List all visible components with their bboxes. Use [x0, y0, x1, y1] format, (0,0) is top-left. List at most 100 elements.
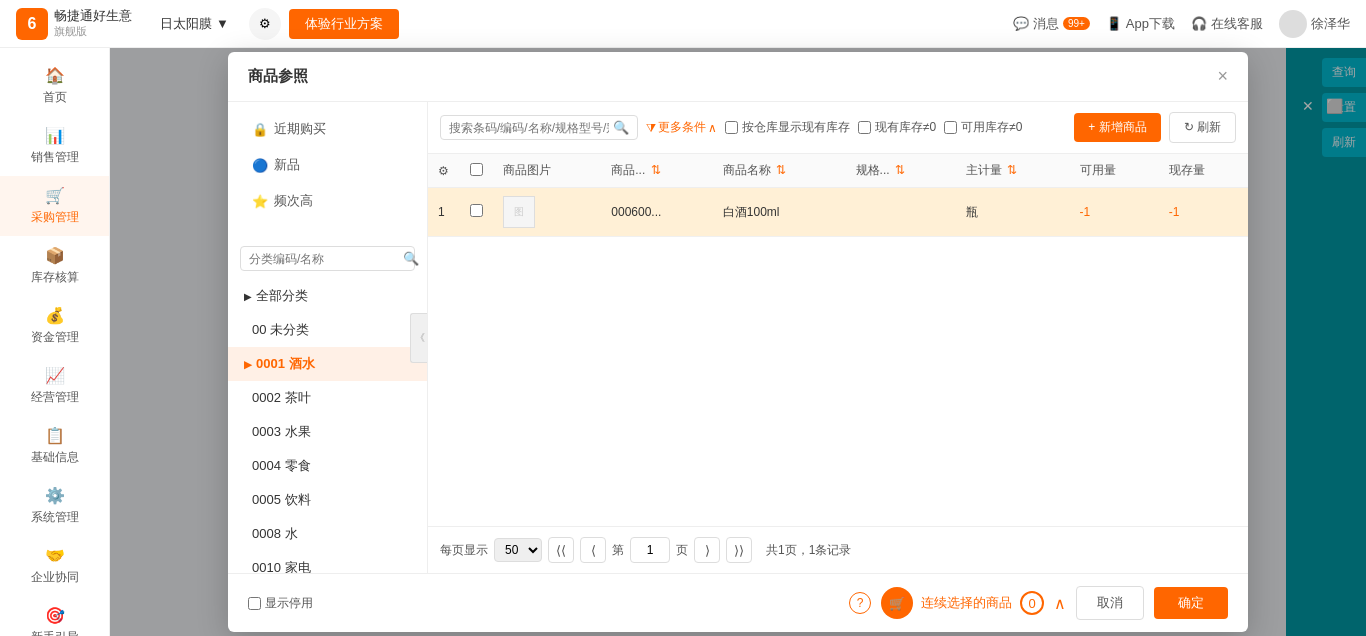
per-page-select[interactable]: 50 — [494, 538, 542, 562]
next-page-button[interactable]: ⟩ — [694, 537, 720, 563]
check-warehouse-stock[interactable]: 按仓库显示现有库存 — [725, 119, 850, 136]
modal-header: 商品参照 × — [228, 52, 1248, 102]
page-number-input[interactable] — [630, 537, 670, 563]
filter-more-button[interactable]: ⧩ 更多条件 ∧ — [646, 119, 717, 136]
col-img: 商品图片 — [493, 154, 601, 188]
right-panel: 🔍 ⧩ 更多条件 ∧ 按仓库显示现有库存 — [428, 102, 1248, 573]
finance-icon: 💰 — [45, 306, 65, 325]
cell-name: 白酒100ml — [713, 188, 846, 237]
col-code[interactable]: 商品... ⇅ — [601, 154, 713, 188]
messages-badge: 99+ — [1063, 17, 1090, 30]
prev-page-button[interactable]: ⟨ — [580, 537, 606, 563]
product-table: ⚙ 商品图片 商品... ⇅ 商品名称 — [428, 154, 1248, 237]
quick-item-new[interactable]: 🔵 新品 — [240, 150, 415, 180]
table-row[interactable]: 1 图 000600... 白酒100ml 瓶 — [428, 188, 1248, 237]
cell-check[interactable] — [460, 188, 493, 237]
product-search-wrap[interactable]: 🔍 — [440, 115, 638, 140]
category-search-bar[interactable]: 🔍 — [240, 246, 415, 271]
modal-footer: 显示停用 ? 🛒 连续选择的商品 0 ∧ 取消 确定 — [228, 573, 1248, 632]
cat-arrow-liquor: ▶ — [244, 359, 252, 370]
product-image: 图 — [503, 196, 535, 228]
cat-appliance[interactable]: 0010 家电 — [228, 551, 427, 573]
modal-overlay: 商品参照 × 🔒 近期购买 🔵 — [110, 48, 1366, 636]
cat-fruit[interactable]: 0003 水果 — [228, 415, 427, 449]
sidebar-item-operation[interactable]: 📈 经营管理 — [0, 356, 109, 416]
col-unit[interactable]: 主计量 ⇅ — [956, 154, 1070, 188]
sidebar-item-guide[interactable]: 🎯 新手引导 — [0, 596, 109, 636]
trial-button[interactable]: 体验行业方案 — [289, 9, 399, 39]
cat-liquor[interactable]: ▶ 0001 酒水 — [228, 347, 427, 381]
messages-item[interactable]: 💬 消息 99+ — [1013, 15, 1090, 33]
modal-close-button[interactable]: × — [1217, 66, 1228, 87]
pagination: 每页显示 50 ⟨⟨ ⟨ 第 页 ⟩ ⟩⟩ 共1页，1条记录 — [428, 526, 1248, 573]
content-area: 查询 设置 刷新 ✕ ⬜ 商品参照 × — [110, 48, 1366, 636]
sidebar-item-sales[interactable]: 📊 销售管理 — [0, 116, 109, 176]
check-nonzero-available[interactable]: 可用库存≠0 — [944, 119, 1022, 136]
product-search-icon[interactable]: 🔍 — [613, 120, 629, 135]
sidebar-item-finance[interactable]: 💰 资金管理 — [0, 296, 109, 356]
confirm-button[interactable]: 确定 — [1154, 587, 1228, 619]
cell-unit: 瓶 — [956, 188, 1070, 237]
panel-collapse-button[interactable]: 《 — [410, 313, 428, 363]
footer-collapse-arrow[interactable]: ∧ — [1054, 594, 1066, 613]
sidebar-item-purchase[interactable]: 🛒 采购管理 — [0, 176, 109, 236]
check-warehouse-stock-input[interactable] — [725, 121, 738, 134]
user-profile[interactable]: 徐泽华 — [1279, 10, 1350, 38]
quick-item-frequent[interactable]: ⭐ 频次高 — [240, 186, 415, 216]
cart-icon[interactable]: 🛒 — [881, 587, 913, 619]
top-navigation: 6 畅捷通好生意 旗舰版 日太阳膜 ▼ ⚙ 体验行业方案 💬 消息 99+ 📱 … — [0, 0, 1366, 48]
product-search-input[interactable] — [449, 121, 609, 135]
add-product-button[interactable]: + 新增商品 — [1074, 113, 1160, 142]
col-checkbox[interactable] — [460, 154, 493, 188]
show-disabled-checkbox[interactable]: 显示停用 — [248, 595, 313, 612]
category-search-input[interactable] — [249, 252, 399, 266]
home-icon: 🏠 — [45, 66, 65, 85]
select-all-checkbox[interactable] — [470, 163, 483, 176]
col-spec[interactable]: 规格... ⇅ — [846, 154, 956, 188]
cart-area: 🛒 连续选择的商品 0 — [881, 587, 1044, 619]
cat-unclassified[interactable]: 00 未分类 — [228, 313, 427, 347]
cancel-button[interactable]: 取消 — [1076, 586, 1144, 620]
sidebar-item-system[interactable]: ⚙️ 系统管理 — [0, 476, 109, 536]
gear-button[interactable]: ⚙ — [249, 8, 281, 40]
sidebar-item-home[interactable]: 🏠 首页 — [0, 56, 109, 116]
sidebar: 🏠 首页 📊 销售管理 🛒 采购管理 📦 库存核算 💰 资金管理 📈 经营管理 … — [0, 48, 110, 636]
cat-beverage[interactable]: 0005 饮料 — [228, 483, 427, 517]
modal-body: 🔒 近期购买 🔵 新品 ⭐ 频次高 — [228, 102, 1248, 573]
col-settings[interactable]: ⚙ — [428, 154, 460, 188]
toolbar: 🔍 ⧩ 更多条件 ∧ 按仓库显示现有库存 — [428, 102, 1248, 154]
cart-count: 0 — [1020, 591, 1044, 615]
cat-snack[interactable]: 0004 零食 — [228, 449, 427, 483]
sidebar-label-inventory: 库存核算 — [31, 269, 79, 286]
last-page-button[interactable]: ⟩⟩ — [726, 537, 752, 563]
sidebar-label-system: 系统管理 — [31, 509, 79, 526]
sidebar-item-collab[interactable]: 🤝 企业协同 — [0, 536, 109, 596]
cat-water[interactable]: 0008 水 — [228, 517, 427, 551]
sales-icon: 📊 — [45, 126, 65, 145]
sidebar-item-basic-info[interactable]: 📋 基础信息 — [0, 416, 109, 476]
check-nonzero-available-input[interactable] — [944, 121, 957, 134]
cat-arrow-all: ▶ — [244, 291, 252, 302]
row-checkbox[interactable] — [470, 204, 483, 217]
check-nonzero-stock[interactable]: 现有库存≠0 — [858, 119, 936, 136]
quick-item-recent[interactable]: 🔒 近期购买 — [240, 114, 415, 144]
category-search-icon[interactable]: 🔍 — [403, 251, 419, 266]
first-page-button[interactable]: ⟨⟨ — [548, 537, 574, 563]
help-icon[interactable]: ? — [849, 592, 871, 614]
cat-tea[interactable]: 0002 茶叶 — [228, 381, 427, 415]
col-name[interactable]: 商品名称 ⇅ — [713, 154, 846, 188]
online-service-item[interactable]: 🎧 在线客服 — [1191, 15, 1263, 33]
page-unit: 页 — [676, 542, 688, 559]
cat-all[interactable]: ▶ 全部分类 — [228, 279, 427, 313]
lock-icon: 🔒 — [252, 122, 268, 137]
check-nonzero-stock-input[interactable] — [858, 121, 871, 134]
headset-icon: 🎧 — [1191, 16, 1207, 31]
guide-icon: 🎯 — [45, 606, 65, 625]
refresh-button[interactable]: ↻ 刷新 — [1169, 112, 1236, 143]
nav-dropdown[interactable]: 日太阳膜 ▼ — [148, 11, 241, 37]
sidebar-item-inventory[interactable]: 📦 库存核算 — [0, 236, 109, 296]
cell-img: 图 — [493, 188, 601, 237]
show-disabled-input[interactable] — [248, 597, 261, 610]
app-download-item[interactable]: 📱 App下载 — [1106, 15, 1175, 33]
sidebar-label-finance: 资金管理 — [31, 329, 79, 346]
